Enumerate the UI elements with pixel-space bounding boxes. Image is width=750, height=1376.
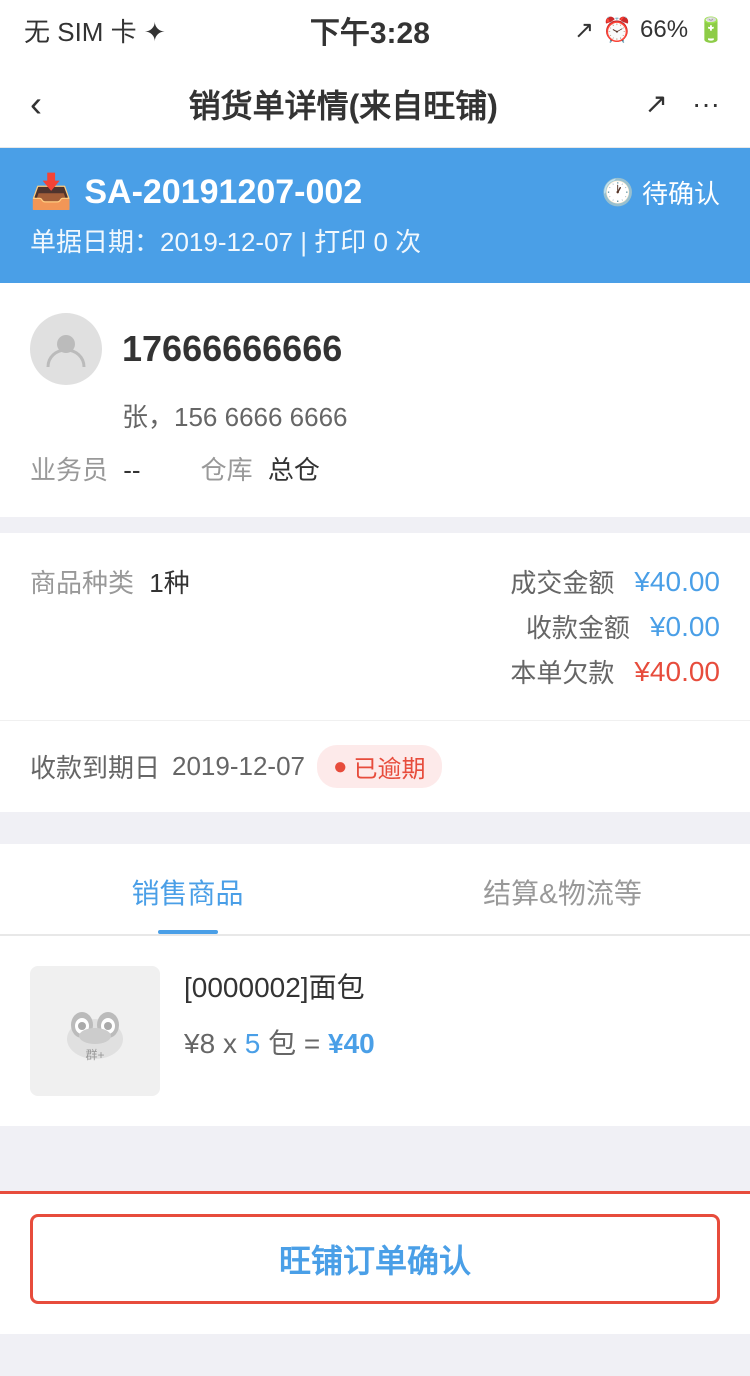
location-icon: ↗	[574, 16, 594, 45]
received-value: ¥0.00	[650, 611, 720, 643]
status-bar: 无 SIM 卡 ✦ 下午3:28 ↗ ⏰ 66% 🔋	[0, 0, 750, 60]
clock-icon: 🕐	[602, 177, 634, 208]
unit-price: ¥8	[184, 1028, 215, 1059]
customer-phone: 17666666666	[122, 328, 342, 370]
order-header: 📥 SA-20191207-002 🕐 待确认 单据日期：2019-12-07 …	[0, 148, 750, 283]
tab-settlement[interactable]: 结算&物流等	[375, 844, 750, 934]
svg-text:群+: 群+	[85, 1048, 104, 1061]
amount-label: 成交金额	[510, 563, 614, 600]
product-name: [0000002]面包	[184, 966, 720, 1006]
amount-value: ¥40.00	[634, 566, 720, 598]
order-status: 🕐 待确认	[602, 174, 720, 211]
warehouse-label: 仓库	[201, 455, 253, 485]
customer-meta: 业务员 -- 仓库 总仓	[30, 450, 720, 487]
tabs: 销售商品 结算&物流等	[0, 844, 750, 936]
goods-type-value: 1种	[149, 568, 189, 598]
owed-label: 本单欠款	[510, 653, 614, 690]
tab-sales-goods[interactable]: 销售商品	[0, 844, 375, 934]
status-left: 无 SIM 卡 ✦	[24, 12, 166, 49]
overdue-badge: ● 已逾期	[317, 745, 442, 788]
order-date: 单据日期：2019-12-07 | 打印 0 次	[30, 222, 720, 259]
overdue-text: 已逾期	[354, 749, 426, 784]
status-right: ↗ ⏰ 66% 🔋	[574, 16, 726, 45]
customer-section: 17666666666 张，156 6666 6666 业务员 -- 仓库 总仓	[0, 283, 750, 517]
due-label: 收款到期日	[30, 748, 160, 785]
equals-sign: =	[304, 1028, 328, 1059]
back-button[interactable]: ‹	[30, 83, 42, 125]
sales-label: 业务员	[30, 455, 108, 485]
nav-bar: ‹ 销货单详情(来自旺铺) ↗ ···	[0, 60, 750, 148]
alarm-icon: ⏰	[602, 16, 632, 45]
owed-value: ¥40.00	[634, 656, 720, 688]
status-time: 下午3:28	[310, 8, 430, 52]
sales-value: --	[123, 455, 140, 485]
product-info: [0000002]面包 ¥8 x 5 包 = ¥40	[184, 966, 720, 1062]
multiply-sign: x	[223, 1028, 245, 1059]
divider-1	[0, 517, 750, 533]
divider-2	[0, 812, 750, 828]
goods-type-label: 商品种类	[30, 568, 134, 598]
confirm-button[interactable]: 旺铺订单确认	[30, 1214, 720, 1304]
product-image: 群+	[30, 966, 160, 1096]
product-item: 群+ [0000002]面包 ¥8 x 5 包 = ¥40	[0, 936, 750, 1126]
order-icon: 📥	[30, 172, 72, 212]
product-price: ¥8 x 5 包 = ¥40	[184, 1022, 720, 1062]
total-price: ¥40	[328, 1028, 375, 1059]
avatar	[30, 313, 102, 385]
more-icon[interactable]: ···	[692, 88, 720, 120]
tab-section: 销售商品 结算&物流等 群+ [0000002]面包 ¥8	[0, 844, 750, 1126]
received-label: 收款金额	[526, 608, 630, 645]
due-section: 收款到期日 2019-12-07 ● 已逾期	[0, 720, 750, 812]
overdue-icon: ●	[333, 753, 348, 781]
unit: 包	[268, 1028, 296, 1059]
amounts: 成交金额 ¥40.00 收款金额 ¥0.00 本单欠款 ¥40.00	[510, 563, 720, 690]
order-id: 📥 SA-20191207-002	[30, 172, 362, 212]
warehouse-value: 总仓	[268, 455, 320, 485]
sim-label: 无 SIM 卡 ✦	[24, 12, 166, 49]
quantity: 5	[245, 1028, 261, 1059]
goods-type: 商品种类 1种	[30, 563, 190, 600]
share-icon[interactable]: ↗	[645, 87, 668, 120]
battery-label: 66%	[640, 16, 688, 44]
confirm-button-wrap: 旺铺订单确认	[0, 1191, 750, 1334]
page-title: 销货单详情(来自旺铺)	[189, 81, 498, 127]
battery-icon: 🔋	[696, 16, 726, 45]
nav-actions: ↗ ···	[645, 87, 720, 120]
customer-name: 张，156 6666 6666	[30, 397, 720, 434]
due-date: 2019-12-07	[172, 751, 305, 782]
summary-section: 商品种类 1种 成交金额 ¥40.00 收款金额 ¥0.00 本单欠款 ¥40.…	[0, 533, 750, 720]
